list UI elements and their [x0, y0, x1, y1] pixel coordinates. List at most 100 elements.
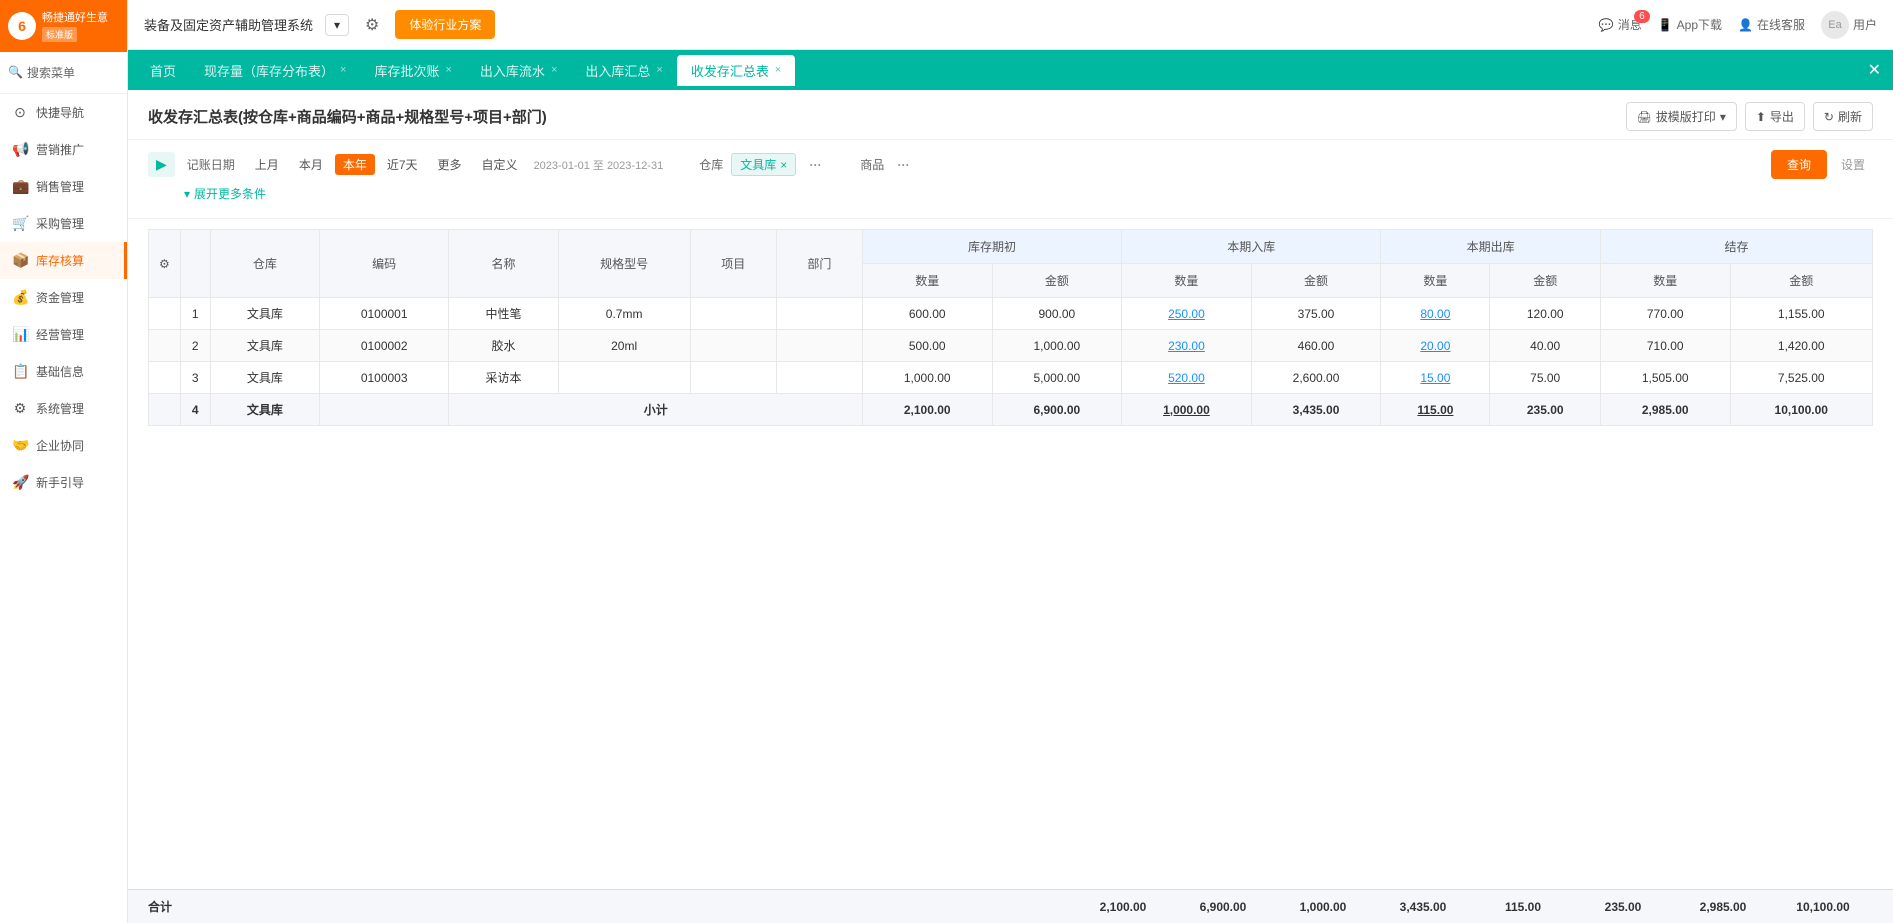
print-button[interactable]: 🖨 拔模版打印 ▾ — [1626, 102, 1737, 131]
th-settings[interactable]: ⚙ — [149, 230, 181, 298]
total-open-amt: 6,900.00 — [1173, 900, 1273, 914]
row-name: 胶水 — [449, 330, 558, 362]
row-out-qty[interactable]: 15.00 — [1381, 362, 1490, 394]
filter-expand-arrow[interactable]: ▶ — [148, 152, 175, 177]
tab-recv-send-summary[interactable]: 收发存汇总表 × — [677, 55, 795, 86]
service-icon: 👤 — [1738, 18, 1753, 32]
goods-more-button[interactable]: ··· — [892, 154, 912, 175]
row-name: 中性笔 — [449, 298, 558, 330]
subtotal-open-amt: 6,900.00 — [992, 394, 1122, 426]
logo-text: 畅捷通好生意 标准版 — [42, 10, 108, 42]
subtotal-end-qty: 2,985.00 — [1600, 394, 1730, 426]
tab-inout-summary[interactable]: 出入库汇总 × — [571, 55, 676, 86]
row-out-qty[interactable]: 20.00 — [1381, 330, 1490, 362]
date-btn-more[interactable]: 更多 — [430, 154, 470, 175]
tab-close-batch[interactable]: × — [445, 65, 451, 76]
header-settings-button[interactable]: ⚙ — [361, 11, 383, 39]
trial-button[interactable]: 体验行业方案 — [395, 10, 495, 39]
sidebar-item-inventory[interactable]: 📦 库存核算 — [0, 242, 127, 279]
sidebar-item-sales[interactable]: 💼 销售管理 — [0, 168, 127, 205]
sidebar-item-purchase[interactable]: 🛒 采购管理 — [0, 205, 127, 242]
tab-inventory-dist[interactable]: 现存量（库存分布表） × — [190, 55, 360, 86]
row-in-qty[interactable]: 230.00 — [1122, 330, 1252, 362]
row-code: 0100001 — [319, 298, 449, 330]
date-btn-this-month[interactable]: 本月 — [291, 154, 331, 175]
th-warehouse: 仓库 — [210, 230, 319, 298]
system-icon: ⚙ — [12, 400, 28, 417]
row-spec: 0.7mm — [558, 298, 690, 330]
app-download-action[interactable]: 📱 App下载 — [1658, 16, 1722, 33]
goods-filter: 商品 ··· — [860, 154, 912, 175]
sidebar-item-collab[interactable]: 🤝 企业协同 — [0, 427, 127, 464]
th-in-amt: 金额 — [1251, 264, 1381, 298]
row-out-qty[interactable]: 80.00 — [1381, 298, 1490, 330]
bottom-total-bar: 合计 2,100.00 6,900.00 1,000.00 3,435.00 1… — [128, 889, 1893, 923]
sidebar-item-finance[interactable]: 💰 资金管理 — [0, 279, 127, 316]
row-open-qty: 500.00 — [862, 330, 992, 362]
subtotal-in-qty: 1,000.00 — [1122, 394, 1252, 426]
total-in-amt: 3,435.00 — [1373, 900, 1473, 914]
tab-close-inventory-dist[interactable]: × — [340, 65, 346, 76]
settings-link-button[interactable]: 设置 — [1833, 152, 1873, 177]
subtotal-open-qty: 2,100.00 — [862, 394, 992, 426]
warehouse-tag-close[interactable]: × — [780, 158, 787, 172]
sidebar-item-quick-nav[interactable]: ⊙ 快捷导航 — [0, 94, 127, 131]
date-btn-7days[interactable]: 近7天 — [379, 154, 426, 175]
date-btn-last-month[interactable]: 上月 — [247, 154, 287, 175]
online-service-action[interactable]: 👤 在线客服 — [1738, 16, 1805, 33]
row-end-qty: 770.00 — [1600, 298, 1730, 330]
th-out-qty: 数量 — [1381, 264, 1490, 298]
user-action[interactable]: Ea 用户 — [1821, 11, 1877, 39]
message-icon: 💬 — [1599, 18, 1614, 32]
row-out-amt: 75.00 — [1490, 362, 1600, 394]
row-name: 采访本 — [449, 362, 558, 394]
sidebar-item-marketing[interactable]: 📢 营销推广 — [0, 131, 127, 168]
purchase-icon: 🛒 — [12, 215, 28, 232]
tab-home[interactable]: 首页 — [136, 55, 190, 86]
subtotal-num: 4 — [180, 394, 210, 426]
tab-close-inout-summary[interactable]: × — [656, 65, 662, 76]
subtotal-settings-cell — [149, 394, 181, 426]
subtotal-label: 小计 — [449, 394, 862, 426]
refresh-button[interactable]: ↻ 刷新 — [1813, 102, 1873, 131]
row-in-qty[interactable]: 250.00 — [1122, 298, 1252, 330]
sidebar-item-system[interactable]: ⚙ 系统管理 — [0, 390, 127, 427]
message-action[interactable]: 💬 消息 6 — [1599, 16, 1642, 33]
date-btn-this-year[interactable]: 本年 — [335, 154, 375, 175]
row-open-amt: 900.00 — [992, 298, 1122, 330]
row-in-amt: 460.00 — [1251, 330, 1381, 362]
th-end-qty: 数量 — [1600, 264, 1730, 298]
tab-inout-flow[interactable]: 出入库流水 × — [466, 55, 571, 86]
system-dropdown[interactable]: ▾ — [325, 14, 349, 36]
search-menu-button[interactable]: 🔍 搜索菜单 — [8, 60, 119, 85]
row-project — [690, 298, 776, 330]
th-period-in: 本期入库 — [1122, 230, 1381, 264]
header-left: 装备及固定资产辅助管理系统 ▾ ⚙ 体验行业方案 — [144, 10, 495, 39]
quick-nav-icon: ⊙ — [12, 104, 28, 121]
tab-batch[interactable]: 库存批次账 × — [360, 55, 465, 86]
th-opening: 库存期初 — [862, 230, 1121, 264]
tab-close-recv-send-summary[interactable]: × — [775, 65, 781, 76]
tab-close-inout-flow[interactable]: × — [551, 65, 557, 76]
row-in-qty[interactable]: 520.00 — [1122, 362, 1252, 394]
query-button[interactable]: 查询 — [1771, 150, 1827, 179]
message-badge: 6 — [1634, 10, 1650, 23]
inventory-icon: 📦 — [12, 252, 28, 269]
th-spec: 规格型号 — [558, 230, 690, 298]
row-settings — [149, 298, 181, 330]
system-title: 装备及固定资产辅助管理系统 — [144, 15, 313, 34]
tab-bar-close-button[interactable]: ✕ — [1864, 56, 1885, 84]
sidebar-item-basic-info[interactable]: 📋 基础信息 — [0, 353, 127, 390]
expand-conditions-button[interactable]: ▾ 展开更多条件 — [184, 185, 266, 202]
sidebar-search[interactable]: 🔍 搜索菜单 — [0, 52, 127, 94]
filter-area: ▶ 记账日期 上月 本月 本年 近7天 更多 自定义 2023-01-01 至 … — [128, 140, 1893, 219]
date-btn-custom[interactable]: 自定义 — [474, 154, 526, 175]
subtotal-warehouse: 文具库 — [210, 394, 319, 426]
subtotal-end-amt: 10,100.00 — [1730, 394, 1873, 426]
table-container: ⚙ 仓库 编码 名称 规格型号 项目 部门 库存期初 本期入库 本期出库 结存 — [128, 219, 1893, 446]
subtotal-out-amt: 235.00 — [1490, 394, 1600, 426]
export-button[interactable]: ⬆ 导出 — [1745, 102, 1805, 131]
warehouse-more-button[interactable]: ··· — [804, 154, 824, 175]
sidebar-item-operation[interactable]: 📊 经营管理 — [0, 316, 127, 353]
sidebar-item-guide[interactable]: 🚀 新手引导 — [0, 464, 127, 501]
